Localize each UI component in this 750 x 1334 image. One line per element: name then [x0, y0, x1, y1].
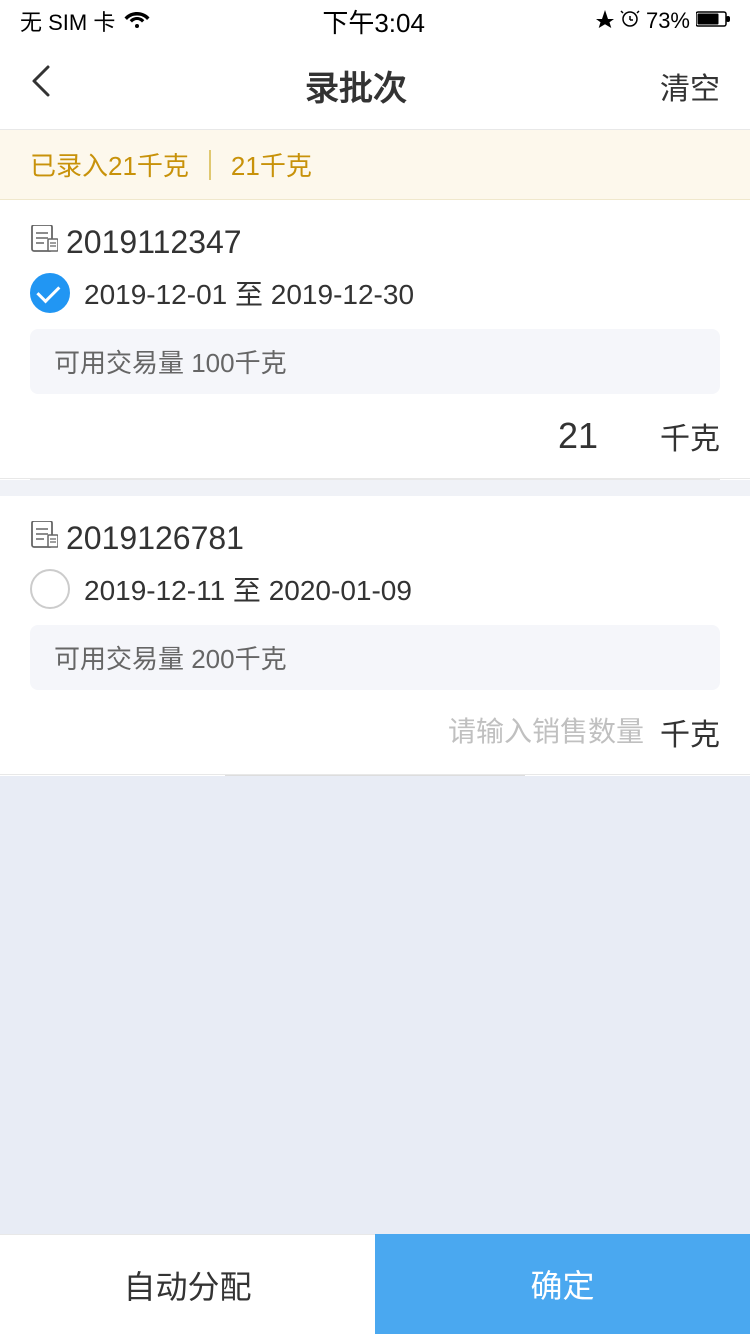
batch-1-date-row: 2019-12-01 至 2019-12-30: [30, 273, 720, 313]
location-icon: [596, 8, 614, 34]
empty-area: [0, 776, 750, 1234]
batch-2-id: 2019126781: [66, 520, 244, 557]
batch-card-1: 2019112347 2019-12-01 至 2019-12-30 可用交易量…: [0, 200, 750, 480]
batch-2-header: 2019126781: [30, 520, 720, 557]
nav-bar: 录批次 清空: [0, 42, 750, 130]
battery-text: 73%: [646, 8, 690, 34]
batch-card-2: 2019126781 2019-12-11 至 2020-01-09 可用交易量…: [0, 496, 750, 776]
recorded-value: 21千克: [231, 146, 312, 183]
page-title: 录批次: [305, 61, 407, 110]
batch-2-date: 2019-12-11 至 2020-01-09: [84, 569, 412, 609]
back-button[interactable]: [30, 63, 52, 108]
banner-divider: [209, 150, 211, 180]
batch-1-header: 2019112347: [30, 224, 720, 261]
wifi-icon: [123, 8, 151, 34]
batch-2-avail: 可用交易量 200千克: [30, 625, 720, 690]
batch-1-qty-row: 21 千克: [0, 394, 750, 479]
recorded-label: 已录入21千克: [30, 146, 189, 183]
status-left: 无 SIM 卡: [20, 5, 151, 37]
batch-1-avail: 可用交易量 100千克: [30, 329, 720, 394]
section-divider: [0, 480, 750, 496]
battery-icon: [696, 8, 730, 34]
batch-1-qty-unit: 千克: [660, 414, 720, 458]
bottom-actions: 自动分配 确定: [0, 1234, 750, 1334]
alarm-icon: [620, 8, 640, 34]
batch-2-qty-row: 千克: [0, 690, 750, 775]
batch-2-qty-input[interactable]: [344, 716, 644, 748]
auto-distribute-button[interactable]: 自动分配: [0, 1234, 375, 1334]
doc-icon-1: [30, 225, 58, 261]
sim-label: 无 SIM 卡: [20, 5, 115, 37]
batch-1-radio[interactable]: [30, 273, 70, 313]
status-time: 下午3:04: [322, 3, 425, 40]
batch-2-date-row: 2019-12-11 至 2020-01-09: [30, 569, 720, 609]
batch-1-date: 2019-12-01 至 2019-12-30: [84, 273, 414, 313]
status-bar: 无 SIM 卡 下午3:04: [0, 0, 750, 42]
doc-icon-2: [30, 521, 58, 557]
clear-button[interactable]: 清空: [660, 64, 720, 108]
batch-2-radio[interactable]: [30, 569, 70, 609]
info-banner: 已录入21千克 21千克: [0, 130, 750, 200]
batch-1-qty-value: 21: [558, 415, 598, 457]
batch-2-qty-unit: 千克: [660, 710, 720, 754]
status-right: 73%: [596, 8, 730, 34]
batch-1-id: 2019112347: [66, 224, 242, 261]
confirm-button[interactable]: 确定: [375, 1234, 750, 1334]
